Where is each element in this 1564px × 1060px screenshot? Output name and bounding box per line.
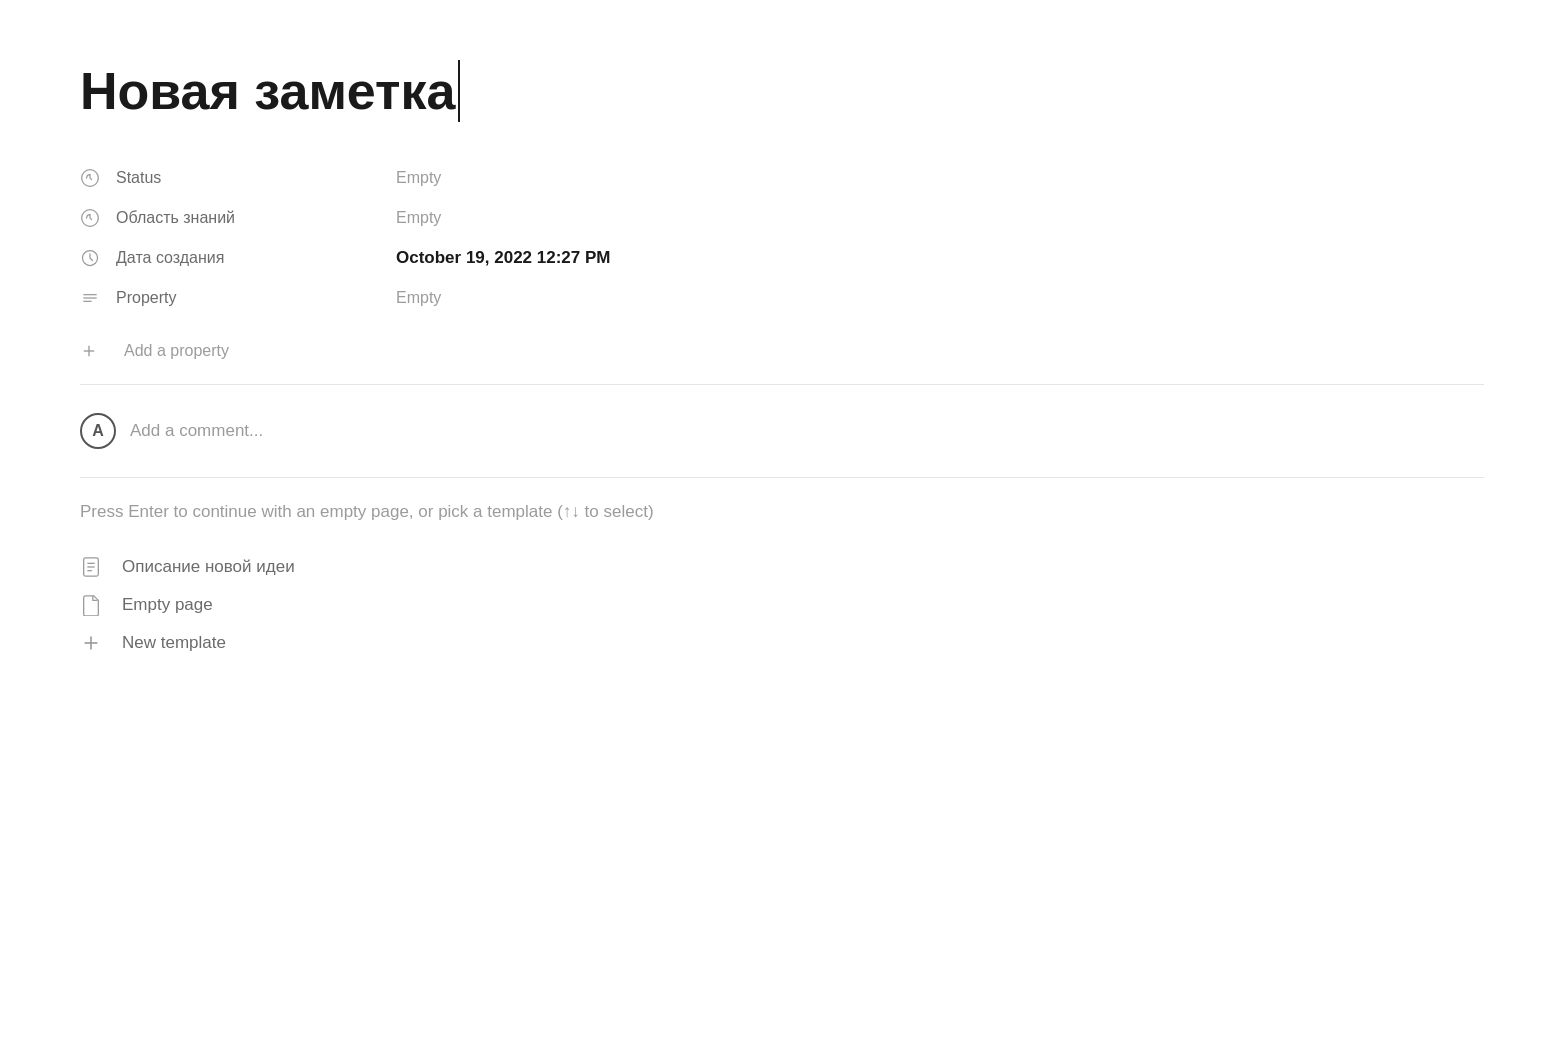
- page-container: Новая заметка Status Empty: [80, 60, 1484, 660]
- status-icon: [80, 168, 116, 188]
- document-icon: [80, 594, 108, 616]
- template-empty-page-label: Empty page: [122, 595, 213, 615]
- knowledge-area-value: Empty: [396, 209, 441, 227]
- add-property-row[interactable]: Add a property: [80, 334, 1484, 368]
- comment-row[interactable]: A Add a comment...: [80, 401, 1484, 461]
- property-row[interactable]: Property Empty: [80, 278, 1484, 318]
- divider-2: [80, 477, 1484, 478]
- created-date-label: Дата создания: [116, 249, 396, 267]
- created-date-value: October 19, 2022 12:27 PM: [396, 248, 611, 268]
- template-idea-label: Описание новой идеи: [122, 557, 295, 577]
- clock-icon: [80, 248, 116, 268]
- status-value: Empty: [396, 169, 441, 187]
- template-new-template-label: New template: [122, 633, 226, 653]
- tag-icon: [80, 208, 116, 228]
- template-list: Описание новой идеи Empty page New templ…: [80, 550, 1484, 660]
- template-item-empty-page[interactable]: Empty page: [80, 588, 1484, 622]
- property-label: Property: [116, 289, 396, 307]
- new-template-plus-icon: [80, 632, 108, 654]
- comment-placeholder: Add a comment...: [130, 421, 263, 441]
- document-lines-icon: [80, 556, 108, 578]
- add-property-label: Add a property: [124, 342, 229, 360]
- created-date-property-row[interactable]: Дата создания October 19, 2022 12:27 PM: [80, 238, 1484, 278]
- knowledge-area-label: Область знаний: [116, 209, 396, 227]
- template-item-new-template[interactable]: New template: [80, 626, 1484, 660]
- text-icon: [80, 288, 116, 308]
- status-label: Status: [116, 169, 396, 187]
- property-value: Empty: [396, 289, 441, 307]
- hint-text: Press Enter to continue with an empty pa…: [80, 502, 1484, 522]
- add-property-plus-icon: [80, 342, 116, 360]
- divider-1: [80, 384, 1484, 385]
- status-property-row[interactable]: Status Empty: [80, 158, 1484, 198]
- template-item-idea[interactable]: Описание новой идеи: [80, 550, 1484, 584]
- knowledge-area-property-row[interactable]: Область знаний Empty: [80, 198, 1484, 238]
- page-title[interactable]: Новая заметка: [80, 60, 1484, 122]
- avatar: A: [80, 413, 116, 449]
- properties-section: Status Empty Область знаний Empty: [80, 158, 1484, 318]
